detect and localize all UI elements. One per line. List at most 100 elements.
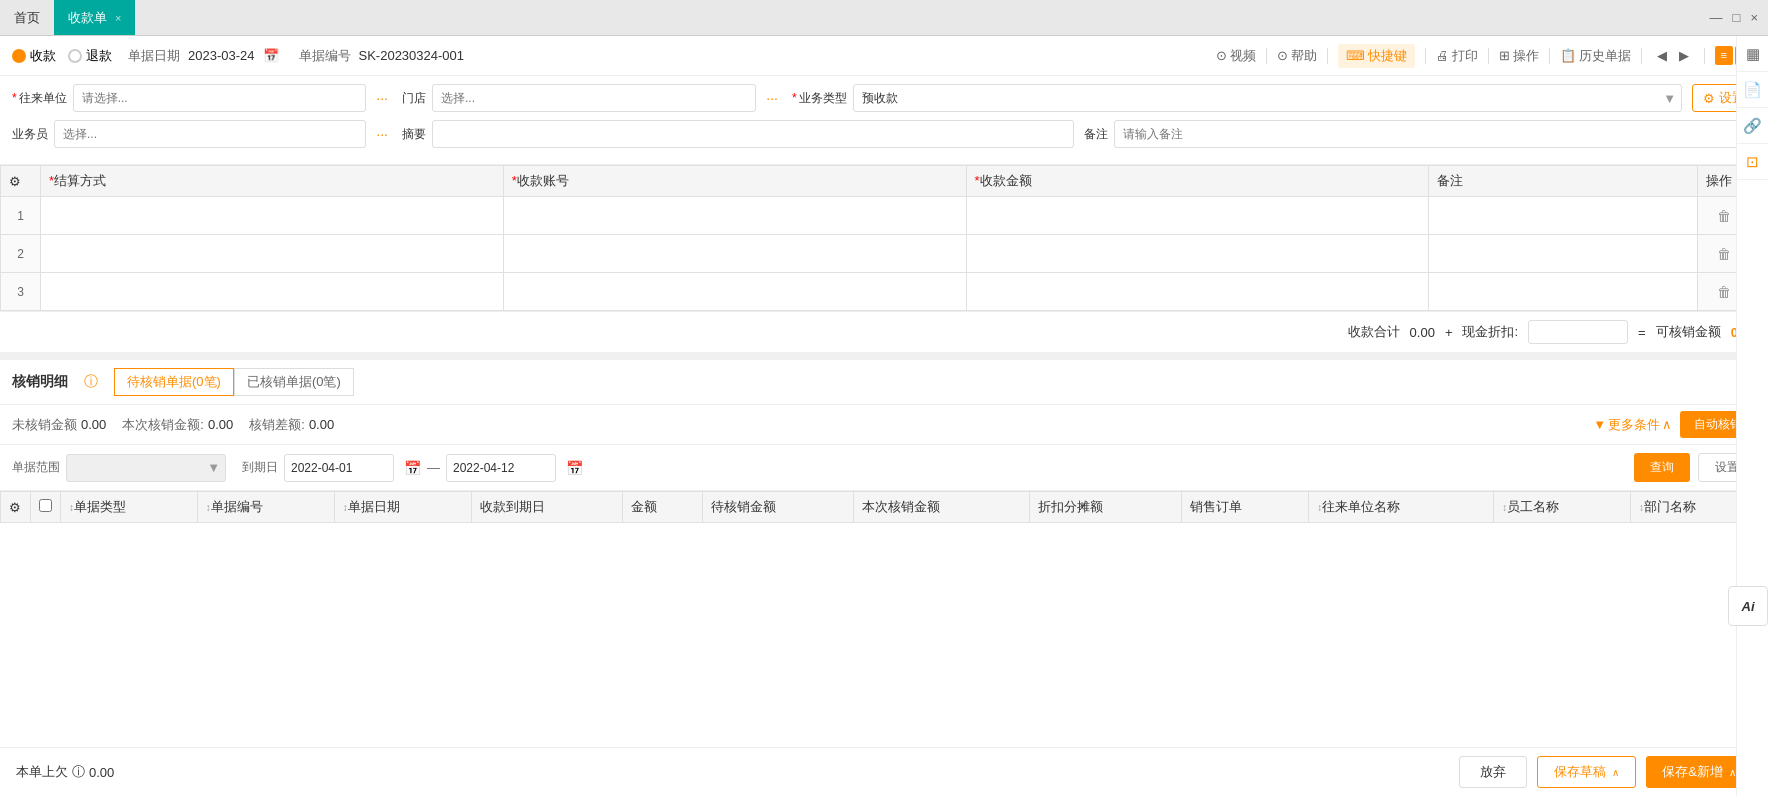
more-conditions-btn[interactable]: ▼ 更多条件 ∧ [1593,416,1672,434]
row-3-remark[interactable] [1429,273,1698,311]
history-btn[interactable]: 📋 历史单据 [1560,47,1631,65]
footer-value: 0.00 [89,765,114,780]
col-discount-label: 折扣分摊额 [1038,499,1103,514]
video-btn[interactable]: ⊙ 视频 [1216,47,1256,65]
biz-type-select[interactable]: 预收款 [853,84,1682,112]
save-draft-btn[interactable]: 保存草稿 ∧ [1537,756,1636,788]
discount-label: 现金折扣: [1462,323,1518,341]
sidebar-table-icon[interactable]: ▦ [1737,36,1769,72]
tab-home[interactable]: 首页 [0,0,54,35]
row-2-settlement[interactable] [41,235,504,273]
row-1-amount[interactable] [966,197,1429,235]
minimize-icon[interactable]: — [1710,10,1723,25]
staff-input[interactable] [54,120,366,148]
tab-receipt[interactable]: 收款单 × [54,0,135,35]
row-2-account[interactable] [503,235,966,273]
shop-more-btn[interactable]: ··· [762,90,782,106]
shop-input[interactable] [432,84,756,112]
nav-arrows: ◀ ▶ [1652,46,1694,65]
row-3-amount[interactable] [966,273,1429,311]
table-gear-header[interactable]: ⚙ [1,166,41,197]
select-all-checkbox[interactable] [39,499,52,512]
print-btn[interactable]: 🖨 打印 [1436,47,1478,65]
operation-label: 操作 [1513,47,1539,65]
help-btn[interactable]: ⊙ 帮助 [1277,47,1317,65]
footer-info-icon[interactable]: ⓘ [72,763,85,781]
maximize-icon[interactable]: □ [1733,10,1741,25]
row-2-delete-icon[interactable]: 🗑 [1717,246,1731,262]
save-new-label: 保存&新增 [1662,763,1723,781]
radio-receipt-dot [12,49,26,63]
sidebar-doc-icon[interactable]: 📄 [1737,72,1769,108]
date-to-input[interactable] [446,454,556,482]
close-icon[interactable]: × [1750,10,1758,25]
sidebar-screenshot-icon[interactable]: ⊡ [1737,144,1769,180]
discount-input[interactable] [1528,320,1628,344]
tab-pending[interactable]: 待核销单据(0笔) [114,368,234,396]
available-label: 可核销金额 [1656,323,1721,341]
row-1-remark[interactable] [1429,197,1698,235]
col-doc-no-header: ↕单据编号 [197,492,334,523]
row-1-settlement[interactable] [41,197,504,235]
col-doc-date-header: ↕单据日期 [334,492,471,523]
col-current-label: 本次核销金额 [862,499,940,514]
main-content: 收款 退款 单据日期 2023-03-24 📅 单据编号 SK-20230324… [0,36,1768,796]
bottom-table-wrap: ⚙ ↕单据类型 ↕单据编号 ↕单据日期 [0,491,1768,747]
footer-info: 本单上欠 ⓘ 0.00 [16,763,114,781]
sidebar-link-icon[interactable]: 🔗 [1737,108,1769,144]
doc-range-select[interactable] [66,454,226,482]
radio-refund[interactable]: 退款 [68,47,112,65]
stat-unchecked: 未核销金额 0.00 [12,416,106,434]
staff-more-btn[interactable]: ··· [372,126,392,142]
remark-input[interactable] [1114,120,1756,148]
radio-receipt[interactable]: 收款 [12,47,56,65]
date-separator: — [427,460,440,475]
form-row-2: 业务员 ··· 摘要 备注 [12,120,1756,148]
footer-bar: 本单上欠 ⓘ 0.00 放弃 保存草稿 ∧ 保存&新增 ∧ [0,747,1768,796]
right-sidebar: ▦ 📄 🔗 ⊡ [1736,36,1768,796]
query-btn[interactable]: 查询 [1634,453,1690,482]
list-view-icon[interactable]: ≡ [1715,46,1733,65]
date-to-calendar-icon[interactable]: 📅 [566,460,583,476]
col-counterparty-header: ↕往来单位名称 [1309,492,1494,523]
nav-prev[interactable]: ◀ [1652,46,1672,65]
doc-range-select-wrap: ▼ [66,454,226,482]
abandon-btn[interactable]: 放弃 [1459,756,1527,788]
ai-badge[interactable]: Ai [1728,586,1768,626]
ai-label: Ai [1742,599,1755,614]
row-1-account[interactable] [503,197,966,235]
counterparty-more-btn[interactable]: ··· [372,90,392,106]
row-1-num: 1 [1,197,41,235]
date-from-calendar-icon[interactable]: 📅 [404,460,421,476]
ver-info-icon[interactable]: ⓘ [84,373,98,391]
row-3-settlement[interactable] [41,273,504,311]
row-3-delete-icon[interactable]: 🗑 [1717,284,1731,300]
tab-close-icon[interactable]: × [115,12,121,24]
counterparty-input[interactable] [73,84,367,112]
shortcut-btn[interactable]: ⌨ 快捷键 [1338,44,1415,68]
col-remark-header: 备注 [1429,166,1698,197]
col-counterparty-label: 往来单位名称 [1322,499,1400,514]
doc-date-value: 2023-03-24 [188,48,255,63]
col-gear-bottom[interactable]: ⚙ [1,492,31,523]
row-2-remark[interactable] [1429,235,1698,273]
shop-label: 门店 [402,90,426,107]
col-pending-header: 待核销金额 [702,492,854,523]
footer-right: 放弃 保存草稿 ∧ 保存&新增 ∧ [1459,756,1752,788]
col-sales-label: 销售订单 [1190,499,1242,514]
operation-btn[interactable]: ⊞ 操作 [1499,47,1539,65]
row-3-account[interactable] [503,273,966,311]
row-1-delete-icon[interactable]: 🗑 [1717,208,1731,224]
summary-input[interactable] [432,120,1074,148]
form-area: 往来单位 ··· 门店 ··· 业务类型 预收款 ▼ ⚙ 设 [0,76,1768,165]
due-date-label: 到期日 [242,459,278,476]
divider2 [1327,48,1328,64]
tab-done[interactable]: 已核销单据(0笔) [234,368,354,396]
nav-next[interactable]: ▶ [1674,46,1694,65]
date-from-input[interactable] [284,454,394,482]
row-2-amount[interactable] [966,235,1429,273]
divider1 [1266,48,1267,64]
remark-field: 备注 [1084,120,1756,148]
history-label: 历史单据 [1579,47,1631,65]
calendar-icon[interactable]: 📅 [263,48,279,63]
